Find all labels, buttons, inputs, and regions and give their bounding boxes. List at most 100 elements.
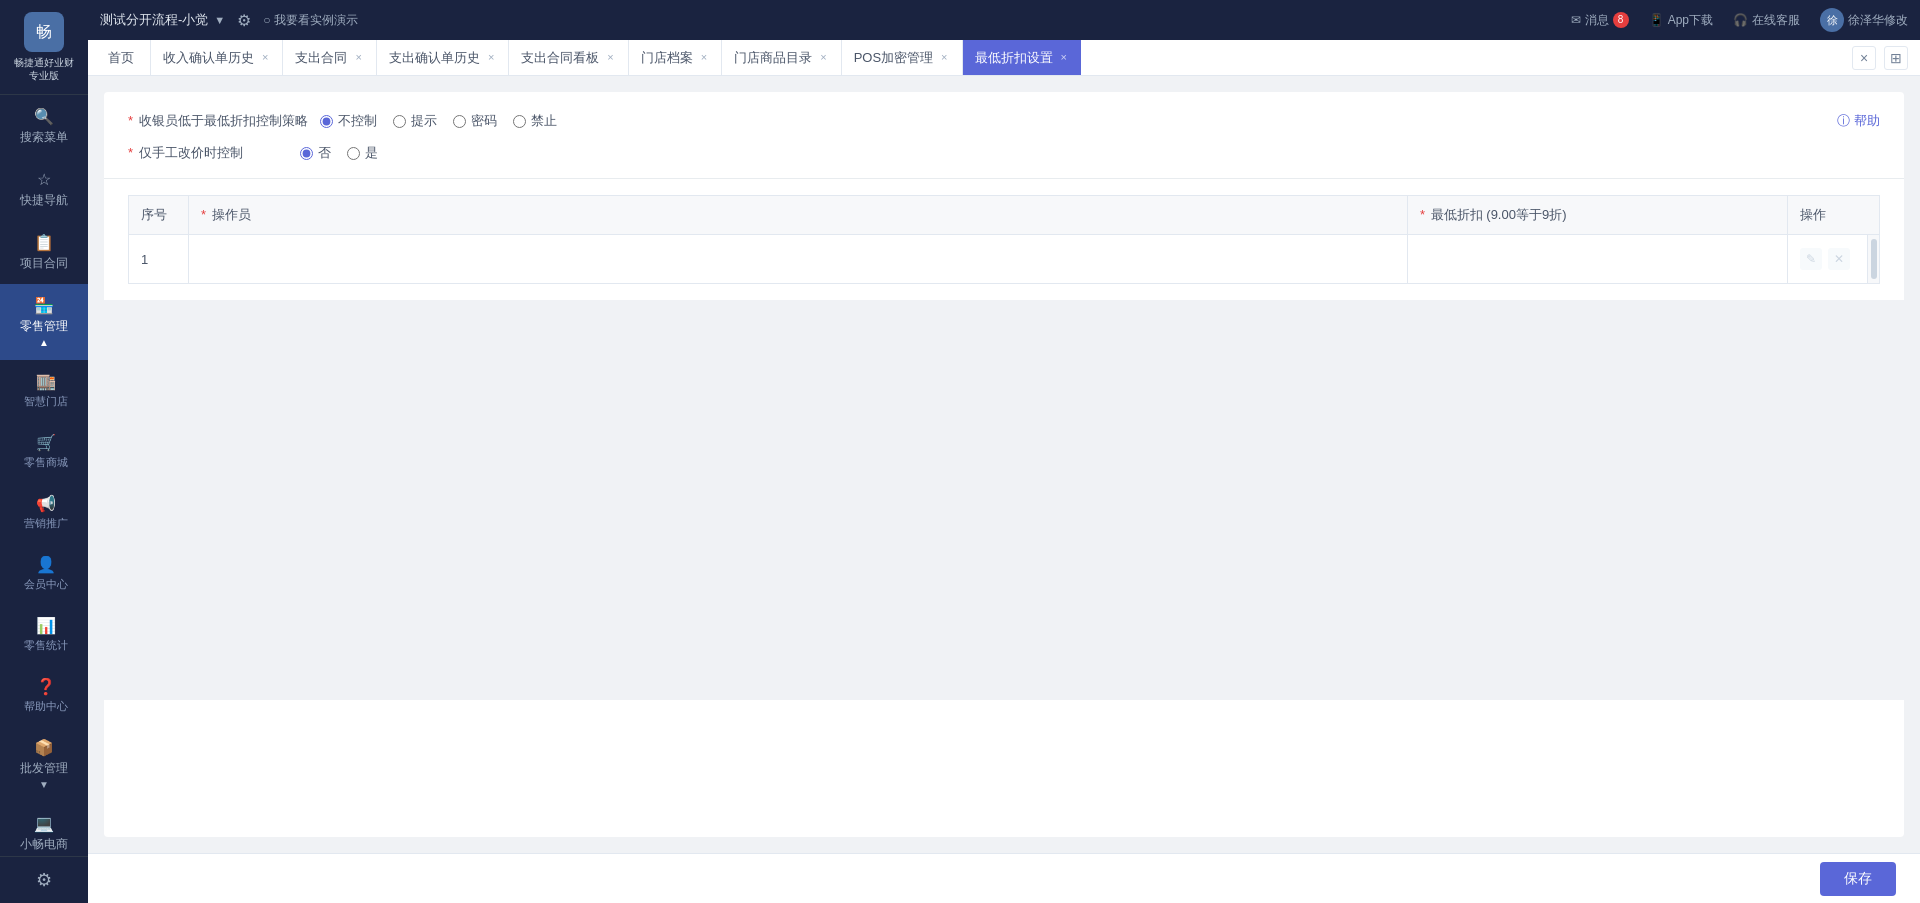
tab-income-confirm[interactable]: 收入确认单历史 ×: [151, 40, 283, 76]
mall-icon: 🛒: [36, 433, 56, 452]
tab-pos-password[interactable]: POS加密管理 ×: [842, 40, 963, 76]
discount-control-options: 不控制 提示 密码 禁: [320, 112, 557, 130]
sidebar: 畅 畅捷通好业财 专业版 🔍 搜索菜单 ☆ 快捷导航 📋 项目合同 🏪 零售管理…: [0, 0, 88, 903]
close-icon: ×: [1860, 50, 1868, 66]
sidebar-item-search[interactable]: 🔍 搜索菜单: [0, 95, 88, 158]
tab-close-icon[interactable]: ×: [1059, 50, 1069, 65]
tabbar: 首页 收入确认单历史 × 支出合同 × 支出确认单历史 × 支出合同看板 × 门…: [88, 40, 1920, 76]
col-header-action: 操作: [1788, 196, 1880, 235]
table-section: 序号 * 操作员 * 最低折扣 (9.00等于9折) 操作: [104, 179, 1904, 300]
tab-label: 门店档案: [641, 49, 693, 67]
ecommerce-icon: 💻: [34, 814, 54, 833]
sidebar-item-label: 零售管理: [20, 318, 68, 335]
app-logo-icon: 畅: [24, 12, 64, 52]
tab-pay-contract[interactable]: 支出合同 ×: [283, 40, 376, 76]
edit-button[interactable]: ✎: [1800, 248, 1822, 270]
sidebar-item-ecommerce[interactable]: 💻 小畅电商: [0, 802, 88, 856]
tab-label: 支出合同看板: [521, 49, 599, 67]
tab-close-icon[interactable]: ×: [260, 50, 270, 65]
required-mark: *: [128, 145, 133, 160]
topbar-right: ✉ 消息 8 📱 App下载 🎧 在线客服 徐 徐泽华修改: [1571, 8, 1908, 32]
sidebar-item-label: 智慧门店: [24, 394, 68, 409]
settings-icon: ⚙: [36, 869, 52, 891]
tab-min-discount[interactable]: 最低折扣设置 ×: [963, 40, 1081, 76]
topbar-settings-icon[interactable]: ⚙: [237, 11, 251, 30]
sidebar-item-retail-stats[interactable]: 📊 零售统计: [0, 604, 88, 665]
tab-pay-contract-board[interactable]: 支出合同看板 ×: [509, 40, 628, 76]
tab-home[interactable]: 首页: [92, 40, 151, 76]
marketing-icon: 📢: [36, 494, 56, 513]
sidebar-item-label: 零售统计: [24, 638, 68, 653]
sidebar-logo: 畅 畅捷通好业财 专业版: [0, 0, 88, 95]
tab-pay-confirm[interactable]: 支出确认单历史 ×: [377, 40, 509, 76]
page-card: ⓘ 帮助 * 收银员低于最低折扣控制策略 不控制: [104, 92, 1904, 837]
sidebar-item-wholesale[interactable]: 📦 批发管理 ▼: [0, 726, 88, 802]
sidebar-item-member[interactable]: 👤 会员中心: [0, 543, 88, 604]
sidebar-item-smart-store[interactable]: 🏬 智慧门店: [0, 360, 88, 421]
headset-icon: 🎧: [1733, 13, 1748, 27]
delete-button[interactable]: ✕: [1828, 248, 1850, 270]
tab-store-profile[interactable]: 门店档案 ×: [629, 40, 722, 76]
customer-service-button[interactable]: 🎧 在线客服: [1733, 12, 1800, 29]
sidebar-item-label: 搜索菜单: [20, 129, 68, 146]
topbar: 测试分开流程-小觉 ▼ ⚙ ○ 我要看实例演示 ✉ 消息 8 📱 App下载 🎧…: [88, 0, 1920, 40]
help-label: 帮助: [1854, 112, 1880, 130]
tab-store-products[interactable]: 门店商品目录 ×: [722, 40, 841, 76]
help-icon: ❓: [36, 677, 56, 696]
demo-link[interactable]: ○ 我要看实例演示: [263, 12, 358, 29]
discount-control-row: * 收银员低于最低折扣控制策略 不控制 提示: [128, 112, 1880, 130]
sidebar-item-label: 项目合同: [20, 255, 68, 272]
wholesale-icon: 📦: [34, 738, 54, 757]
sidebar-item-project-contract[interactable]: 📋 项目合同: [0, 221, 88, 284]
sidebar-settings[interactable]: ⚙: [0, 856, 88, 903]
avatar: 徐: [1820, 8, 1844, 32]
radio-no[interactable]: 否: [300, 144, 331, 162]
tab-close-icon[interactable]: ×: [353, 50, 363, 65]
scrollbar-col: [1868, 235, 1880, 284]
messages-label: 消息: [1585, 12, 1609, 29]
chevron-down-icon: ⊞: [1890, 50, 1902, 66]
table-header: 序号 * 操作员 * 最低折扣 (9.00等于9折) 操作: [129, 196, 1880, 235]
sidebar-item-quicknav[interactable]: ☆ 快捷导航: [0, 158, 88, 221]
tab-close-icon[interactable]: ×: [486, 50, 496, 65]
tab-close-icon[interactable]: ×: [699, 50, 709, 65]
retail-icon: 🏪: [34, 296, 54, 315]
radio-forbid[interactable]: 禁止: [513, 112, 557, 130]
sidebar-item-retail-mall[interactable]: 🛒 零售商城: [0, 421, 88, 482]
sidebar-item-help-center[interactable]: ❓ 帮助中心: [0, 665, 88, 726]
table-row: 1 ✎ ✕: [129, 235, 1880, 284]
tab-close-all-button[interactable]: ×: [1852, 46, 1876, 70]
user-menu[interactable]: 徐 徐泽华修改: [1820, 8, 1908, 32]
tab-close-icon[interactable]: ×: [818, 50, 828, 65]
tab-label: 支出合同: [295, 49, 347, 67]
message-icon: ✉: [1571, 13, 1581, 27]
star-icon: ☆: [37, 170, 51, 189]
discount-table: 序号 * 操作员 * 最低折扣 (9.00等于9折) 操作: [128, 195, 1880, 284]
tab-more-button[interactable]: ⊞: [1884, 46, 1908, 70]
action-buttons: ✎ ✕: [1800, 248, 1855, 270]
edit-icon: ✎: [1806, 252, 1816, 266]
content-area: ⓘ 帮助 * 收银员低于最低折扣控制策略 不控制: [88, 76, 1920, 853]
project-selector[interactable]: 测试分开流程-小觉 ▼: [100, 11, 225, 29]
tab-close-icon[interactable]: ×: [605, 50, 615, 65]
sidebar-item-marketing[interactable]: 📢 营销推广: [0, 482, 88, 543]
tab-close-icon[interactable]: ×: [939, 50, 949, 65]
sidebar-item-label: 会员中心: [24, 577, 68, 592]
tab-label: 最低折扣设置: [975, 49, 1053, 67]
radio-yes[interactable]: 是: [347, 144, 378, 162]
scrollbar-thumb[interactable]: [1871, 239, 1877, 279]
sidebar-item-retail-manage[interactable]: 🏪 零售管理 ▲: [0, 284, 88, 360]
download-icon: 📱: [1649, 13, 1664, 27]
sidebar-item-label: 零售商城: [24, 455, 68, 470]
radio-remind[interactable]: 提示: [393, 112, 437, 130]
sidebar-item-label: 营销推广: [24, 516, 68, 531]
cell-action: ✎ ✕: [1788, 235, 1868, 284]
sidebar-item-label: 快捷导航: [20, 192, 68, 209]
app-download-button[interactable]: 📱 App下载: [1649, 12, 1713, 29]
radio-password[interactable]: 密码: [453, 112, 497, 130]
messages-button[interactable]: ✉ 消息 8: [1571, 12, 1629, 29]
help-link[interactable]: ⓘ 帮助: [1837, 112, 1880, 130]
contract-icon: 📋: [34, 233, 54, 252]
radio-no-control[interactable]: 不控制: [320, 112, 377, 130]
save-button[interactable]: 保存: [1820, 862, 1896, 896]
